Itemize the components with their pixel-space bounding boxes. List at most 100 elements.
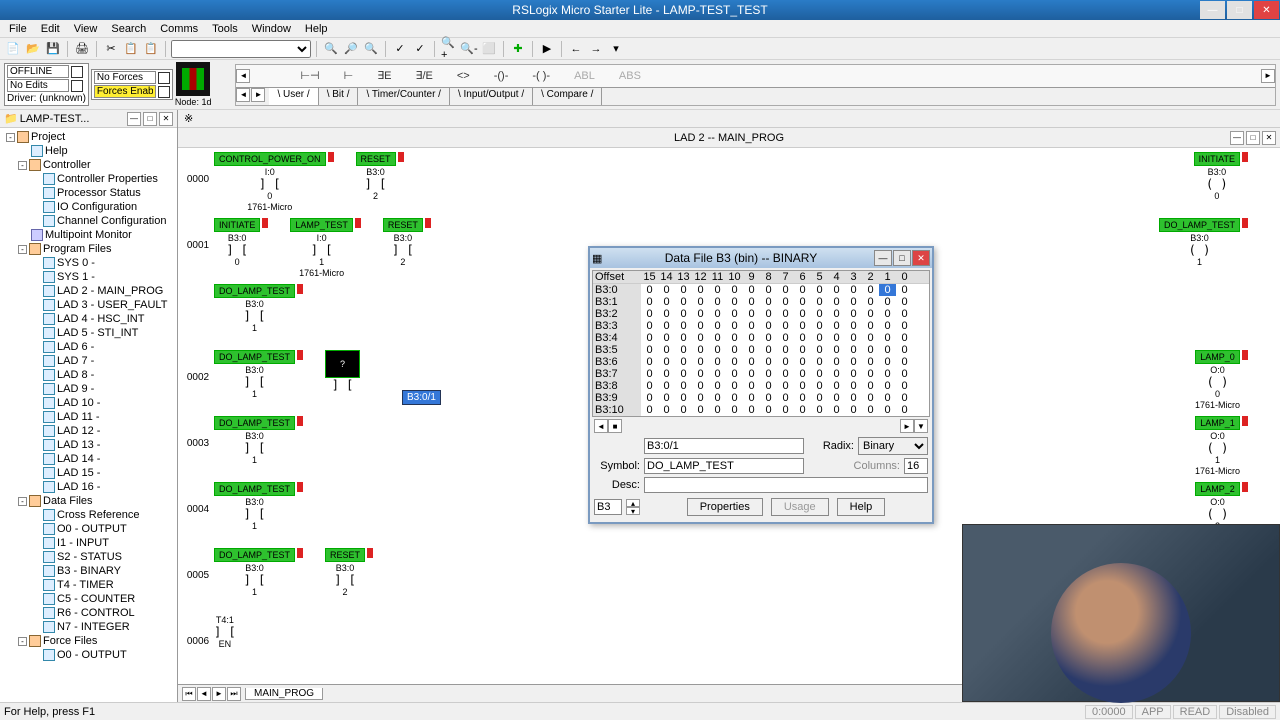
data-bit-cell[interactable]: 0 bbox=[862, 368, 879, 380]
data-bit-cell[interactable]: 0 bbox=[760, 332, 777, 344]
menu-file[interactable]: File bbox=[4, 23, 32, 35]
data-bit-cell[interactable]: 0 bbox=[743, 392, 760, 404]
data-bit-cell[interactable]: 0 bbox=[828, 332, 845, 344]
menu-help[interactable]: Help bbox=[300, 23, 333, 35]
tree-toggle[interactable]: - bbox=[18, 637, 27, 646]
df-file-down[interactable]: ▾ bbox=[626, 507, 640, 515]
new-rung-button[interactable]: ✚ bbox=[509, 40, 527, 58]
data-bit-cell[interactable]: 0 bbox=[828, 356, 845, 368]
data-bit-cell[interactable]: 0 bbox=[709, 284, 726, 296]
data-bit-cell[interactable]: 0 bbox=[641, 308, 658, 320]
data-bit-cell[interactable]: 0 bbox=[794, 320, 811, 332]
data-bit-cell[interactable]: 0 bbox=[726, 308, 743, 320]
data-row[interactable]: B3:100000000000000000 bbox=[593, 404, 929, 416]
tree-node[interactable]: LAD 13 - bbox=[2, 438, 175, 452]
data-bit-cell[interactable]: 0 bbox=[794, 308, 811, 320]
data-bit-cell[interactable]: 0 bbox=[709, 380, 726, 392]
tree-node[interactable]: N7 - INTEGER bbox=[2, 620, 175, 634]
data-file-grid[interactable]: Offset1514131211109876543210B3:000000000… bbox=[592, 270, 930, 417]
data-bit-cell[interactable]: 0 bbox=[658, 368, 675, 380]
output-instruction[interactable]: INITIATEB3:0( )0 bbox=[1194, 152, 1240, 201]
data-bit-cell[interactable]: 0 bbox=[760, 404, 777, 416]
df-scroll-thumb[interactable]: ■ bbox=[608, 419, 622, 433]
tree-node[interactable]: T4 - TIMER bbox=[2, 578, 175, 592]
data-bit-cell[interactable]: 0 bbox=[828, 284, 845, 296]
instr-tab-compare[interactable]: \ Compare / bbox=[533, 88, 602, 105]
data-bit-cell[interactable]: 0 bbox=[743, 344, 760, 356]
output-instruction[interactable]: LAMP_0O:0( )01761-Micro bbox=[1195, 350, 1240, 410]
data-bit-cell[interactable]: 0 bbox=[726, 356, 743, 368]
data-bit-cell[interactable]: 0 bbox=[726, 344, 743, 356]
data-bit-cell[interactable]: 0 bbox=[692, 356, 709, 368]
verify-button[interactable]: ✓ bbox=[391, 40, 409, 58]
data-bit-cell[interactable]: 0 bbox=[828, 320, 845, 332]
tree-node[interactable]: O0 - OUTPUT bbox=[2, 648, 175, 662]
data-bit-cell[interactable]: 0 bbox=[879, 296, 896, 308]
data-bit-cell[interactable]: 0 bbox=[658, 356, 675, 368]
data-bit-cell[interactable]: 0 bbox=[692, 308, 709, 320]
data-bit-cell[interactable]: 0 bbox=[811, 356, 828, 368]
new-button[interactable]: 📄 bbox=[4, 40, 22, 58]
data-row[interactable]: B3:60000000000000000 bbox=[593, 356, 929, 368]
tab-main-prog[interactable]: MAIN_PROG bbox=[245, 688, 323, 700]
menu-tools[interactable]: Tools bbox=[207, 23, 243, 35]
open-button[interactable]: 📂 bbox=[24, 40, 42, 58]
data-bit-cell[interactable]: 0 bbox=[709, 356, 726, 368]
forces-field[interactable] bbox=[94, 71, 156, 84]
find-prev-button[interactable]: 🔍 bbox=[362, 40, 380, 58]
data-bit-cell[interactable]: 0 bbox=[658, 344, 675, 356]
instr-tab-user[interactable]: \ User / bbox=[269, 88, 318, 105]
data-bit-cell[interactable]: 0 bbox=[777, 392, 794, 404]
data-bit-cell[interactable]: 0 bbox=[811, 332, 828, 344]
tree-toggle[interactable]: - bbox=[18, 245, 27, 254]
instr-tab-timercounter[interactable]: \ Timer/Counter / bbox=[358, 88, 449, 105]
df-close-button[interactable]: ✕ bbox=[912, 250, 930, 266]
data-bit-cell[interactable]: 0 bbox=[811, 368, 828, 380]
data-bit-cell[interactable]: 0 bbox=[675, 368, 692, 380]
data-bit-cell[interactable]: 0 bbox=[811, 404, 828, 416]
tree-node[interactable]: LAD 4 - HSC_INT bbox=[2, 312, 175, 326]
nav-dropdown-button[interactable]: ▾ bbox=[607, 40, 625, 58]
data-row[interactable]: B3:40000000000000000 bbox=[593, 332, 929, 344]
data-bit-cell[interactable]: 0 bbox=[845, 344, 862, 356]
data-bit-cell[interactable]: 0 bbox=[760, 320, 777, 332]
data-bit-cell[interactable]: 0 bbox=[743, 356, 760, 368]
rung[interactable]: 0000CONTROL_POWER_ONI:0] [01761-MicroRES… bbox=[182, 152, 1260, 212]
tree-toggle[interactable]: - bbox=[6, 133, 15, 142]
tree-node[interactable]: -Data Files bbox=[2, 494, 175, 508]
tree-node[interactable]: SYS 0 - bbox=[2, 256, 175, 270]
data-bit-cell[interactable]: 0 bbox=[675, 380, 692, 392]
instruction[interactable]: INITIATEB3:0] [0 bbox=[214, 218, 260, 278]
data-bit-cell[interactable]: 0 bbox=[896, 380, 913, 392]
run-button[interactable]: ▶ bbox=[538, 40, 556, 58]
data-bit-cell[interactable]: 0 bbox=[862, 284, 879, 296]
data-bit-cell[interactable]: 0 bbox=[709, 296, 726, 308]
tree-node[interactable]: LAD 14 - bbox=[2, 452, 175, 466]
instruction[interactable]: ?] [ bbox=[325, 350, 360, 399]
instr-scroll-right[interactable]: ► bbox=[1261, 69, 1275, 83]
data-bit-cell[interactable]: 0 bbox=[896, 368, 913, 380]
data-bit-cell[interactable]: 0 bbox=[692, 392, 709, 404]
bottom-tab-next[interactable]: ► bbox=[212, 687, 226, 701]
data-bit-cell[interactable]: 0 bbox=[862, 380, 879, 392]
cut-button[interactable]: ✂ bbox=[102, 40, 120, 58]
data-bit-cell[interactable]: 0 bbox=[641, 404, 658, 416]
output-instruction[interactable]: DO_LAMP_TESTB3:0( )1 bbox=[1159, 218, 1240, 267]
data-bit-cell[interactable]: 0 bbox=[658, 296, 675, 308]
data-bit-cell[interactable]: 0 bbox=[896, 332, 913, 344]
menu-view[interactable]: View bbox=[69, 23, 103, 35]
df-scroll-left[interactable]: ◄ bbox=[594, 419, 608, 433]
data-bit-cell[interactable]: 0 bbox=[777, 308, 794, 320]
tree-node[interactable]: LAD 3 - USER_FAULT bbox=[2, 298, 175, 312]
data-bit-cell[interactable]: 0 bbox=[879, 284, 896, 296]
data-row[interactable]: B3:70000000000000000 bbox=[593, 368, 929, 380]
tree-node[interactable]: -Program Files bbox=[2, 242, 175, 256]
data-bit-cell[interactable]: 0 bbox=[794, 332, 811, 344]
save-button[interactable]: 💾 bbox=[44, 40, 62, 58]
data-bit-cell[interactable]: 0 bbox=[862, 332, 879, 344]
data-bit-cell[interactable]: 0 bbox=[658, 392, 675, 404]
data-bit-cell[interactable]: 0 bbox=[743, 332, 760, 344]
data-bit-cell[interactable]: 0 bbox=[811, 392, 828, 404]
data-row[interactable]: B3:50000000000000000 bbox=[593, 344, 929, 356]
data-bit-cell[interactable]: 0 bbox=[743, 296, 760, 308]
